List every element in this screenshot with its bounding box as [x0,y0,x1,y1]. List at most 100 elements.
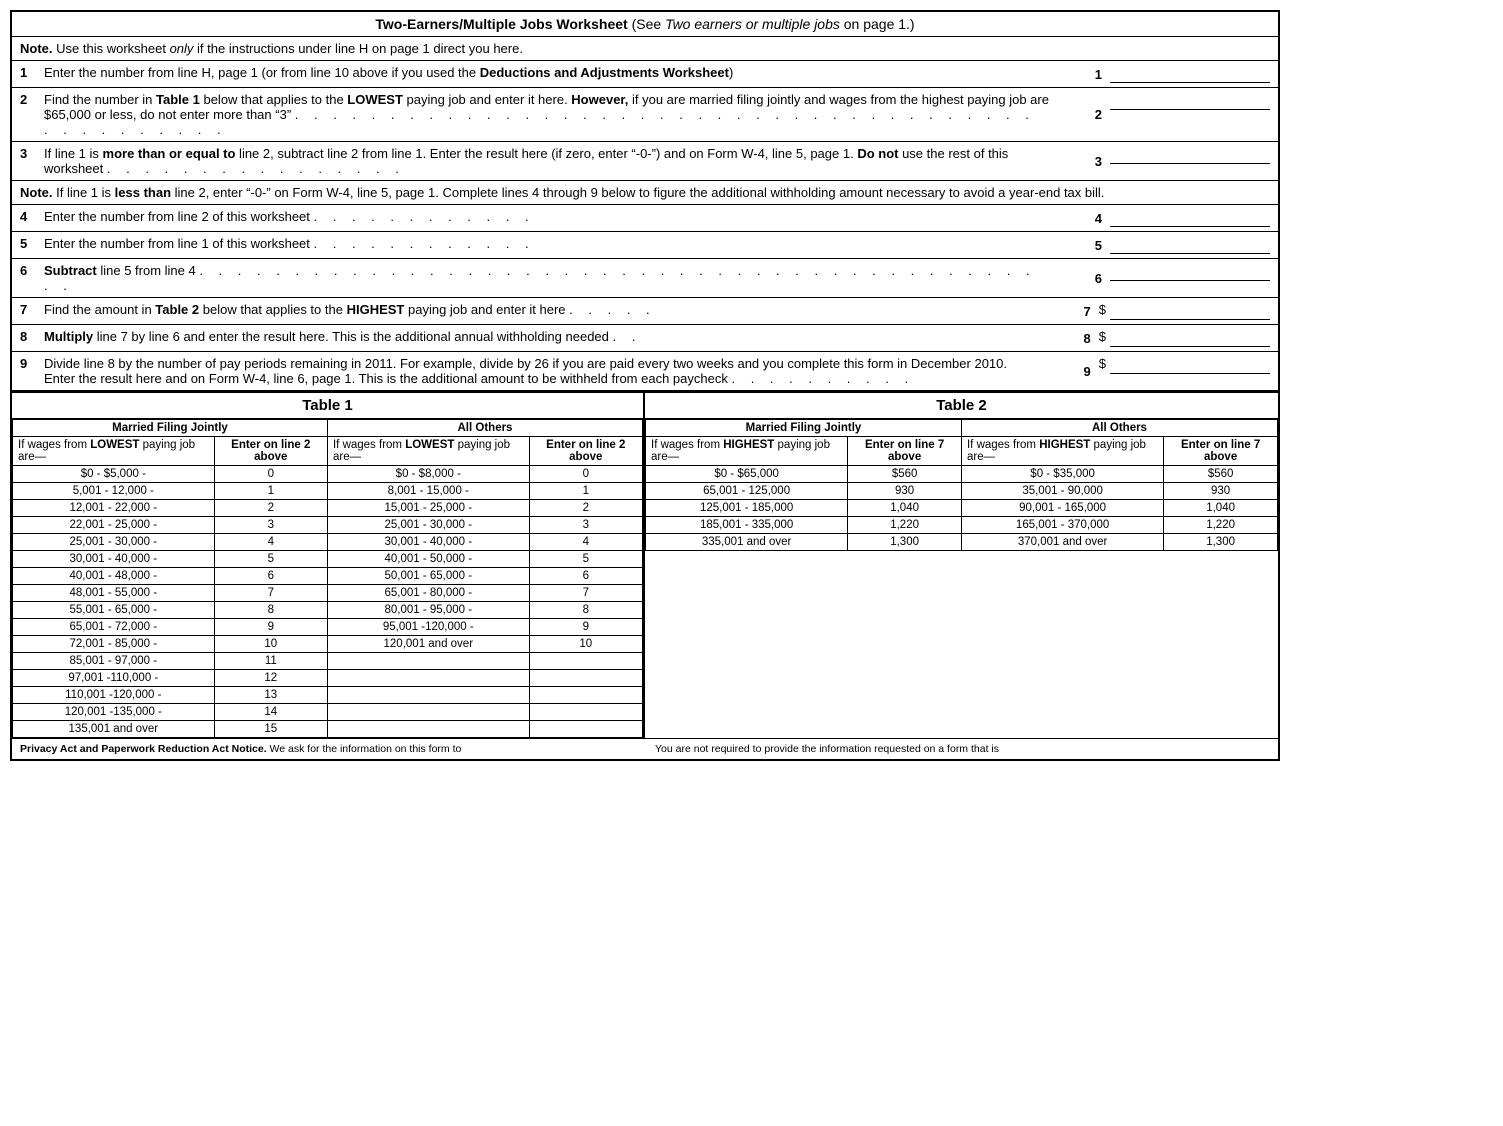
table1-others-wage-11 [327,653,529,670]
note1-row: Note. Use this worksheet only if the ins… [12,37,1278,61]
line4-number: 4 [20,209,44,224]
table1-others-enter-5: 5 [529,551,642,568]
table1-others-wage-4: 30,001 - 40,000 - [327,534,529,551]
table2-others-wage-1: 35,001 - 90,000 [961,483,1163,500]
line7-text: Find the amount in Table 2 below that ap… [44,302,656,317]
line3-input[interactable] [1110,146,1270,164]
table1-others-enter-11 [529,653,642,670]
table1-others-enter-9: 9 [529,619,642,636]
table2-mfj-enter-1: 930 [848,483,962,500]
table1-others-enter-15 [529,721,642,738]
table1-others-wage-6: 50,001 - 65,000 - [327,568,529,585]
table2-mfj-wage-3: 185,001 - 335,000 [646,517,848,534]
table1-others-wage-9: 95,001 -120,000 - [327,619,529,636]
line1-label: 1 [1050,67,1110,82]
line5-input[interactable] [1110,236,1270,254]
worksheet-title: Two-Earners/Multiple Jobs Worksheet [375,16,627,32]
table2-others-enter-4: 1,300 [1164,534,1278,551]
table1-others-enter-6: 6 [529,568,642,585]
line8-dollar: $ [1099,329,1110,344]
line6-content: Subtract line 5 from line 4 . . . . . . … [44,263,1050,293]
table1-others-wage-13 [327,687,529,704]
table1-mfj-enter-12: 12 [214,670,327,687]
title-row: Two-Earners/Multiple Jobs Worksheet (See… [12,12,1278,37]
line4-text: Enter the number from line 2 of this wor… [44,209,535,224]
table2-others-enter-2: 1,040 [1164,500,1278,517]
table1-mfj-enter-1: 1 [214,483,327,500]
line7-number: 7 [20,302,44,317]
line7-input[interactable] [1110,302,1270,320]
line9-input[interactable] [1110,356,1270,374]
table1-section: Table 1 Married Filing Jointly All Other… [12,393,645,738]
tables-section: Table 1 Married Filing Jointly All Other… [12,391,1278,738]
line9-content: Divide line 8 by the number of pay perio… [44,356,1039,386]
table1-mfj-wage-6: 40,001 - 48,000 - [13,568,215,585]
table1-others-enter-14 [529,704,642,721]
table2-mfj-enter-2: 1,040 [848,500,962,517]
table1-mfj-wage-4: 25,001 - 30,000 - [13,534,215,551]
line7-dollar: $ [1099,302,1110,317]
line8-number: 8 [20,329,44,344]
line8-input[interactable] [1110,329,1270,347]
line1-row: 1 Enter the number from line H, page 1 (… [12,61,1278,88]
line3-number: 3 [20,146,44,161]
table1-mfj-wage-15: 135,001 and over [13,721,215,738]
table1-others-enter-4: 4 [529,534,642,551]
line1-content: Enter the number from line H, page 1 (or… [44,65,1050,80]
line3-content: If line 1 is more than or equal to line … [44,146,1050,176]
line6-input[interactable] [1110,263,1270,281]
table2-others-header: All Others [961,420,1277,437]
line6-label: 6 [1050,271,1110,286]
table2-mfj-enter-3: 1,220 [848,517,962,534]
privacy-left: Privacy Act and Paperwork Reduction Act … [20,743,645,755]
table1-mfj-wage-7: 48,001 - 55,000 - [13,585,215,602]
line5-number: 5 [20,236,44,251]
table1-others-enter-3: 3 [529,517,642,534]
table1-others-enter-2: 2 [529,500,642,517]
table2-mfj-wage-1: 65,001 - 125,000 [646,483,848,500]
table1-mfj-wage-1: 5,001 - 12,000 - [13,483,215,500]
table1-mfj-enter-8: 8 [214,602,327,619]
table1-others-wage-8: 80,001 - 95,000 - [327,602,529,619]
table2-others-wage-3: 165,001 - 370,000 [961,517,1163,534]
table2-mfj-enter-4: 1,300 [848,534,962,551]
table1-mfj-wage-0: $0 - $5,000 - [13,466,215,483]
table1-mfj-enter-4: 4 [214,534,327,551]
line6-row: 6 Subtract line 5 from line 4 . . . . . … [12,259,1278,298]
table1: Married Filing Jointly All Others If wag… [12,419,643,738]
line9-text: Divide line 8 by the number of pay perio… [44,356,1007,386]
line5-content: Enter the number from line 1 of this wor… [44,236,1050,251]
line2-label: 2 [1050,107,1110,122]
table1-others-enter-12 [529,670,642,687]
table1-mfj-enter-9: 9 [214,619,327,636]
line9-dollar: $ [1099,356,1110,371]
line2-input[interactable] [1110,92,1270,110]
table1-others-wage-15 [327,721,529,738]
table1-mfj-enter-header: Enter on line 2 above [214,437,327,466]
table1-mfj-wage-13: 110,001 -120,000 - [13,687,215,704]
line5-row: 5 Enter the number from line 1 of this w… [12,232,1278,259]
line8-content: Multiply line 7 by line 6 and enter the … [44,329,1039,344]
table1-mfj-enter-3: 3 [214,517,327,534]
table1-mfj-enter-14: 14 [214,704,327,721]
table1-others-enter-13 [529,687,642,704]
line8-row: 8 Multiply line 7 by line 6 and enter th… [12,325,1278,352]
line1-input[interactable] [1110,65,1270,83]
table1-others-enter-header: Enter on line 2 above [529,437,642,466]
table2-mfj-wage-2: 125,001 - 185,000 [646,500,848,517]
table2-mfj-header: Married Filing Jointly [646,420,962,437]
line4-row: 4 Enter the number from line 2 of this w… [12,205,1278,232]
line4-input[interactable] [1110,209,1270,227]
line9-number: 9 [20,356,44,371]
table2-others-wage-0: $0 - $35,000 [961,466,1163,483]
line5-label: 5 [1050,238,1110,253]
line1-text: Enter the number from line H, page 1 (or… [44,65,733,80]
table1-others-enter-10: 10 [529,636,642,653]
title-subtitle: (See Two earners or multiple jobs on pag… [632,16,915,32]
table1-mfj-enter-15: 15 [214,721,327,738]
table2-others-wages-header: If wages from HIGHEST paying job are— [961,437,1163,466]
table1-others-wage-12 [327,670,529,687]
line7-content: Find the amount in Table 2 below that ap… [44,302,1039,317]
table1-others-wage-7: 65,001 - 80,000 - [327,585,529,602]
line7-row: 7 Find the amount in Table 2 below that … [12,298,1278,325]
